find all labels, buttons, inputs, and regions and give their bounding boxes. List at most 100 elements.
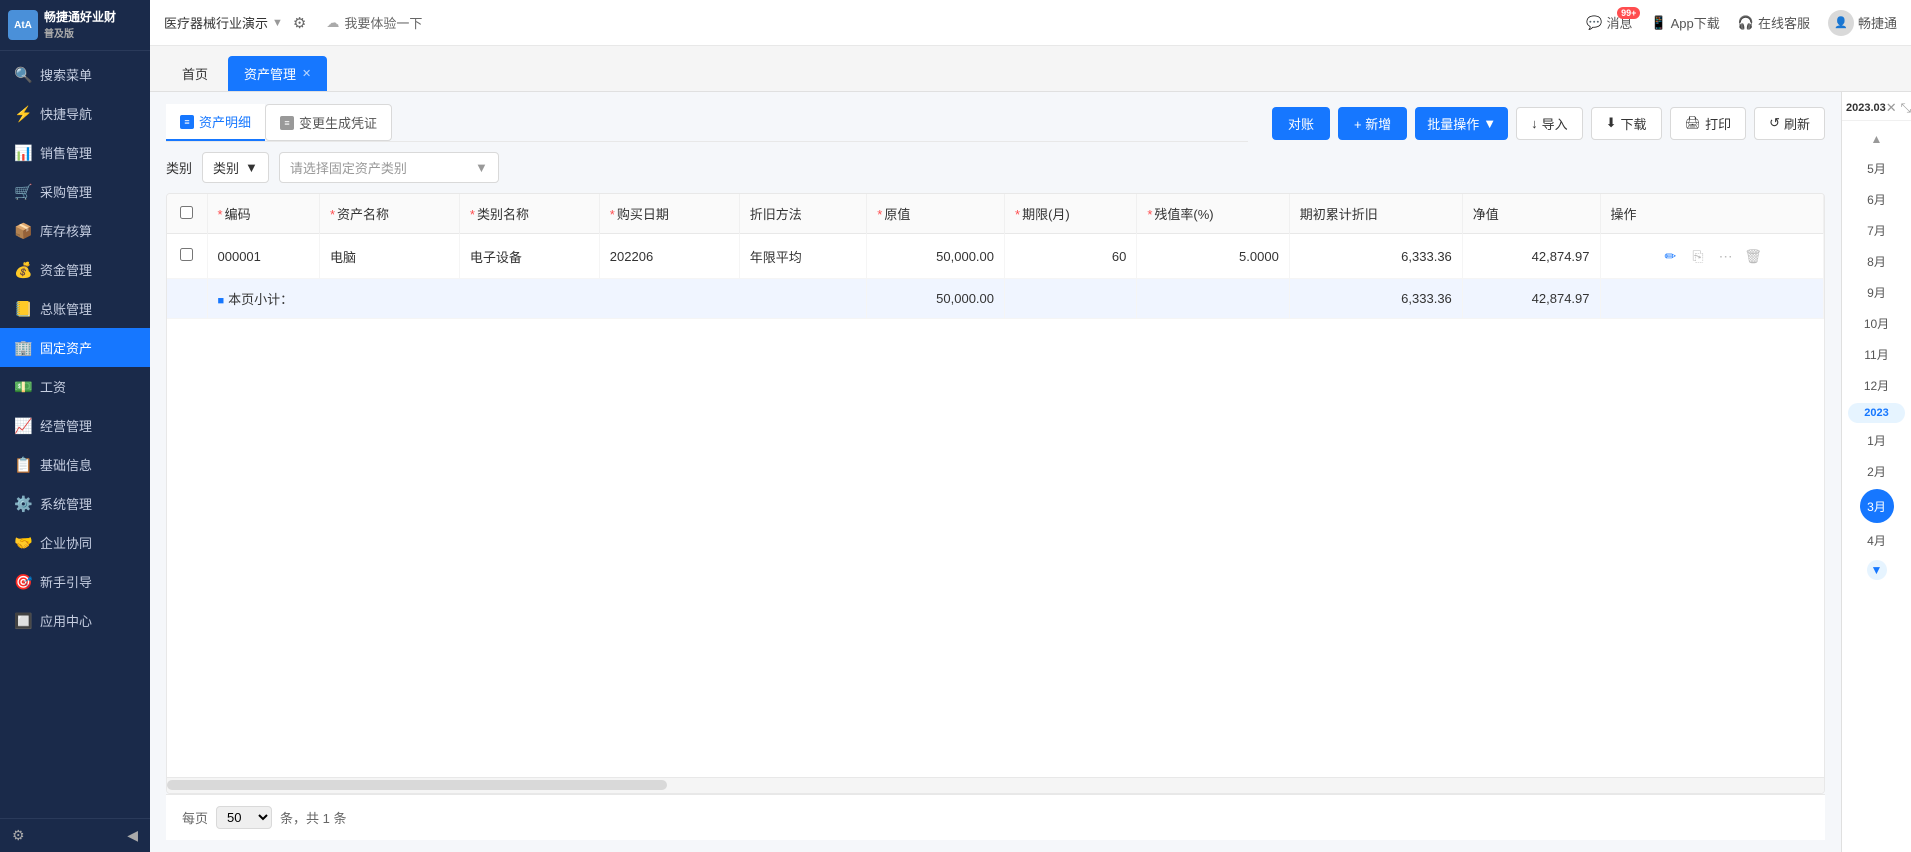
sub-tab-asset-detail[interactable]: ≡ 资产明细 <box>166 104 265 141</box>
sub-tab-change-voucher-label: 变更生成凭证 <box>299 113 377 132</box>
sidebar-item-ledger[interactable]: 📒总账管理 <box>0 289 150 328</box>
month-item-prev[interactable]: 9月 <box>1842 277 1911 308</box>
app-edition: 普及版 <box>44 25 116 40</box>
enterprise-icon: 🤝 <box>14 534 32 552</box>
refresh-button[interactable]: ↺ 刷新 <box>1754 107 1825 140</box>
per-page-label: 每页 <box>182 808 208 827</box>
sidebar-item-operations[interactable]: 📈经营管理 <box>0 406 150 445</box>
tabbar: 首页 资产管理 ✕ <box>150 46 1911 92</box>
panel-close-icon[interactable]: ✕ <box>1886 100 1897 116</box>
sidebar-header: AtA 畅捷通好业财 普及版 <box>0 0 150 51</box>
cloud-icon: ☁ <box>326 15 339 31</box>
sidebar-item-inventory[interactable]: 📦 库存核算 <box>0 211 150 250</box>
service-icon: 🎧 <box>1738 15 1754 31</box>
filter-category-select[interactable]: 类别 ▼ <box>202 152 269 183</box>
purchase-icon: 🛒 <box>14 183 32 201</box>
horizontal-scrollbar[interactable] <box>167 777 1824 793</box>
user-avatar-button[interactable]: 👤 畅捷通 <box>1828 10 1897 36</box>
delete-icon[interactable]: 🗑 <box>1741 244 1765 268</box>
panel-down-icon[interactable]: ▼ <box>1867 560 1887 580</box>
subtotal-original-value: 50,000.00 <box>867 279 1005 319</box>
reconcile-button[interactable]: 对账 <box>1272 107 1330 140</box>
edit-icon[interactable]: ✏ <box>1658 244 1682 268</box>
app-download-button[interactable]: 📱 App下载 <box>1650 13 1719 32</box>
row-checkbox[interactable] <box>180 248 193 261</box>
company-name[interactable]: 医疗器械行业演示 ▼ <box>164 13 283 32</box>
download-button[interactable]: ⬇ 下载 <box>1591 107 1662 140</box>
sidebar-item-label: 采购管理 <box>40 182 92 201</box>
experience-button[interactable]: ☁ 我要体验一下 <box>326 13 422 32</box>
ledger-icon: 📒 <box>14 300 32 318</box>
month-item-prev[interactable]: 7月 <box>1842 215 1911 246</box>
search-icon: 🔍 <box>14 66 32 84</box>
month-item-prev[interactable]: 11月 <box>1842 339 1911 370</box>
month-list: ▲5月6月7月8月9月10月11月12月20231月2月3月4月▼ <box>1842 121 1911 852</box>
th-purchase-date: *购买日期 <box>599 194 739 234</box>
table-body: 000001 电脑 电子设备 202206 年限平均 50,000.00 60 … <box>167 234 1824 319</box>
action-bar: ≡ 资产明细 ≡ 变更生成凭证 对账 + 新增 批量操作 ▼ <box>166 104 1825 142</box>
add-new-button[interactable]: + 新增 <box>1338 107 1407 140</box>
filter-category-input[interactable]: 请选择固定资产类别 ▼ <box>279 152 499 183</box>
sidebar-item-app-center[interactable]: 🔲应用中心 <box>0 601 150 640</box>
month-item-prev[interactable]: 12月 <box>1842 370 1911 401</box>
refresh-icon: ↺ <box>1769 115 1780 131</box>
inventory-icon: 📦 <box>14 222 32 240</box>
month-item-prev[interactable]: 10月 <box>1842 308 1911 339</box>
th-checkbox <box>167 194 207 234</box>
month-item-prev[interactable]: 8月 <box>1842 246 1911 277</box>
sidebar-item-label: 经营管理 <box>40 416 92 435</box>
more-icon[interactable]: ⋯ <box>1714 244 1738 268</box>
row-period-months: 60 <box>1005 234 1137 279</box>
online-service-button[interactable]: 🎧 在线客服 <box>1738 13 1810 32</box>
month-item-curr[interactable]: 4月 <box>1842 525 1911 556</box>
sidebar-item-quick-nav[interactable]: ⚡快捷导航 <box>0 94 150 133</box>
subtotal-row: ■本页小计： 50,000.00 6,333.36 42,874.97 <box>167 279 1824 319</box>
sidebar-item-finance[interactable]: 💰资金管理 <box>0 250 150 289</box>
month-item-curr[interactable]: 2月 <box>1842 456 1911 487</box>
sub-tab-change-voucher[interactable]: ≡ 变更生成凭证 <box>265 104 392 141</box>
sidebar-item-label: 库存核算 <box>40 221 92 240</box>
filter-category-value: 类别 <box>213 158 239 177</box>
row-initial-depreciation: 6,333.36 <box>1289 234 1462 279</box>
messages-button[interactable]: 💬 消息 99+ <box>1586 13 1632 32</box>
batch-ops-button[interactable]: 批量操作 ▼ <box>1415 107 1508 140</box>
panel-up-icon[interactable]: ▲ <box>1867 129 1887 149</box>
collapse-footer-icon[interactable]: ◀ <box>127 827 138 844</box>
tab-close-icon[interactable]: ✕ <box>302 67 311 80</box>
month-item-prev[interactable]: 5月 <box>1842 153 1911 184</box>
import-button[interactable]: ↓ 导入 <box>1516 107 1583 140</box>
sidebar-item-enterprise[interactable]: 🤝企业协同 <box>0 523 150 562</box>
month-item-curr[interactable]: 3月 <box>1860 489 1894 523</box>
month-item-curr[interactable]: 1月 <box>1842 425 1911 456</box>
total-label: 条，共 1 条 <box>280 808 346 827</box>
finance-icon: 💰 <box>14 261 32 279</box>
sidebar-item-system[interactable]: ⚙️系统管理 <box>0 484 150 523</box>
tab-home[interactable]: 首页 <box>166 56 224 91</box>
tab-asset-management[interactable]: 资产管理 ✕ <box>228 56 327 91</box>
sidebar-item-label: 快捷导航 <box>40 104 92 123</box>
select-all-checkbox[interactable] <box>180 206 193 219</box>
sidebar-item-search[interactable]: 🔍搜索菜单 <box>0 55 150 94</box>
message-icon: 💬 <box>1586 15 1602 31</box>
sidebar-item-sales[interactable]: 📊销售管理 <box>0 133 150 172</box>
sidebar-item-fixed-assets[interactable]: 🏢固定资产 <box>0 328 150 367</box>
settings-footer-icon[interactable]: ⚙ <box>12 827 25 844</box>
table-row: 000001 电脑 电子设备 202206 年限平均 50,000.00 60 … <box>167 234 1824 279</box>
copy-icon[interactable]: ⎘ <box>1686 244 1710 268</box>
asset-table: *编码 *资产名称 *类别名称 *购买日期 折旧方法 *原值 *期限(月) *残… <box>167 194 1824 319</box>
table-wrap: *编码 *资产名称 *类别名称 *购买日期 折旧方法 *原值 *期限(月) *残… <box>167 194 1824 777</box>
sidebar-item-payroll[interactable]: 💵工资 <box>0 367 150 406</box>
month-item-prev[interactable]: 6月 <box>1842 184 1911 215</box>
scrollbar-thumb <box>167 780 667 790</box>
per-page-select[interactable]: 50 100 200 <box>216 806 272 829</box>
print-button[interactable]: 🖨 打印 <box>1670 107 1747 140</box>
sidebar-item-basic-info[interactable]: 📋基础信息 <box>0 445 150 484</box>
sub-tab-asset-detail-label: 资产明细 <box>199 112 251 131</box>
th-original-value: *原值 <box>867 194 1005 234</box>
sidebar-item-purchase[interactable]: 🛒 采购管理 <box>0 172 150 211</box>
sidebar-item-guide[interactable]: 🎯新手引导 <box>0 562 150 601</box>
th-category: *类别名称 <box>459 194 599 234</box>
filter-input-chevron-icon: ▼ <box>475 160 488 175</box>
panel-expand-icon[interactable]: ⤡ <box>1901 100 1911 116</box>
topbar-settings-icon[interactable]: ⚙ <box>293 14 306 32</box>
